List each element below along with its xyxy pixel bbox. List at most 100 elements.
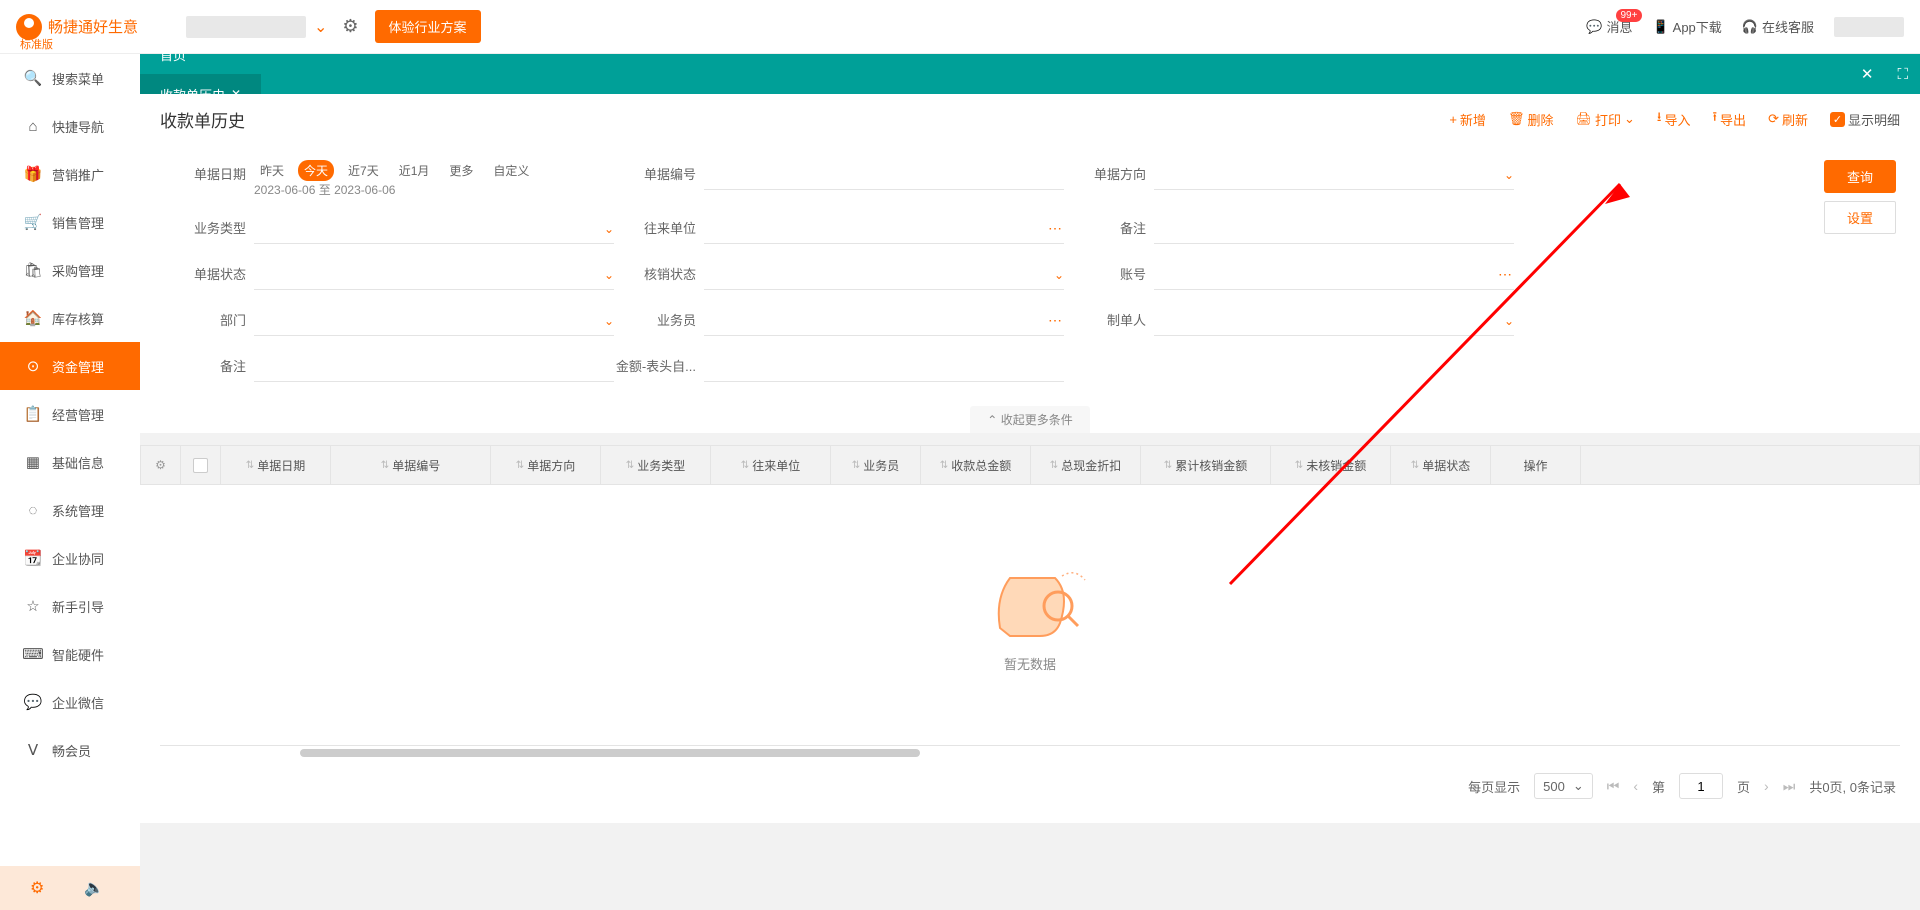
service-label: 在线客服 [1762,17,1814,36]
column-header[interactable]: 操作 [1491,446,1581,484]
column-header[interactable]: ⇅单据日期 [221,446,331,484]
refresh-button[interactable]: ⟳刷新 [1768,110,1808,129]
write-status-select[interactable]: ⌄ [704,260,1064,290]
show-detail-toggle[interactable]: ✓显示明细 [1830,110,1900,129]
amount-head-input[interactable] [704,352,1064,382]
column-header[interactable]: ⇅未核销金额 [1271,446,1391,484]
sidebar-item-5[interactable]: 🏠库存核算 [0,294,140,342]
column-header[interactable]: ⇅单据方向 [491,446,601,484]
app-download-button[interactable]: 📱 App下载 [1652,17,1721,36]
add-button[interactable]: +新增 [1449,110,1486,129]
partner-label: 往来单位 [614,214,704,237]
sidebar-item-13[interactable]: 💬企业微信 [0,678,140,726]
remark2-input[interactable] [254,352,614,382]
sidebar-item-2[interactable]: 🎁营销推广 [0,150,140,198]
sidebar-item-9[interactable]: ◌系统管理 [0,486,140,534]
sidebar-sound-icon[interactable]: 🔈 [84,878,104,898]
import-button[interactable]: ⭳导入 [1657,108,1691,130]
column-header[interactable]: ⇅单据编号 [331,446,491,484]
column-label: 业务类型 [637,457,685,474]
direction-select[interactable]: ⌄ [1154,160,1514,190]
date-filter[interactable]: 昨天今天近7天近1月更多自定义 2023-06-06 至 2023-06-06 [254,160,535,198]
sidebar-item-4[interactable]: 🛍采购管理 [0,246,140,294]
sidebar-item-1[interactable]: ⌂快捷导航 [0,102,140,150]
column-header[interactable]: ⇅往来单位 [711,446,831,484]
column-header[interactable]: ⇅业务类型 [601,446,711,484]
phone-icon: 📱 [1652,19,1668,35]
page-title: 收款单历史 [160,107,245,132]
tab-0[interactable]: 首页 [140,34,261,74]
salesman-input[interactable]: ⋯ [704,306,1064,336]
column-header[interactable]: ⇅单据状态 [1391,446,1491,484]
table-header: ⚙ ⇅单据日期⇅单据编号⇅单据方向⇅业务类型⇅往来单位⇅业务员⇅收款总金额⇅总现… [140,445,1920,485]
remark-label: 备注 [1064,214,1154,237]
sidebar-item-6[interactable]: ⊙资金管理 [0,342,140,390]
print-button[interactable]: 🖨打印⌄ [1575,110,1634,129]
sidebar-item-12[interactable]: ⌨智能硬件 [0,630,140,678]
remark2-label: 备注 [164,352,254,375]
account-input[interactable]: ⋯ [1154,260,1514,290]
page-size-select[interactable]: 500 ⌄ [1534,773,1593,799]
expand-icon[interactable]: ⛶ [1885,66,1920,83]
sort-icon: ⇅ [940,460,948,471]
sidebar-item-label: 智能硬件 [52,645,104,664]
sidebar-item-11[interactable]: ☆新手引导 [0,582,140,630]
user-redacted[interactable] [1834,17,1904,37]
amount-head-label: 金额-表头自... [614,352,704,375]
customer-service-button[interactable]: 🎧 在线客服 [1742,17,1814,36]
sidebar-icon: ⌂ [24,118,42,135]
next-page-button[interactable]: › [1764,778,1769,794]
column-label: 往来单位 [752,457,800,474]
export-button[interactable]: ⭱导出 [1712,108,1746,130]
last-page-button[interactable]: ⏭ [1783,778,1796,795]
sort-icon: ⇅ [741,460,749,471]
sidebar-item-10[interactable]: 📆企业协同 [0,534,140,582]
dept-select[interactable]: ⌄ [254,306,614,336]
sidebar-icon: 🎁 [24,165,42,183]
sidebar-gear-icon[interactable]: ⚙ [30,878,44,898]
close-tab-icon[interactable]: ✕ [1849,65,1886,83]
first-page-button[interactable]: ⏮ [1607,778,1620,795]
column-header[interactable]: ⇅收款总金额 [921,446,1031,484]
sidebar-item-7[interactable]: 📋经营管理 [0,390,140,438]
column-header[interactable]: ⇅累计核销金额 [1141,446,1271,484]
biz-type-select[interactable]: ⌄ [254,214,614,244]
settings-gear-icon[interactable]: ⚙ [342,16,358,37]
horizontal-scrollbar[interactable] [160,745,1900,759]
checkbox-on-icon: ✓ [1830,112,1845,127]
sidebar-icon: ☆ [24,597,42,615]
prev-page-button[interactable]: ‹ [1633,778,1638,794]
settings-button[interactable]: 设置 [1824,201,1896,234]
date-opt-2[interactable]: 近7天 [342,160,385,181]
scrollbar-thumb[interactable] [300,749,920,757]
sidebar-item-0[interactable]: 🔍搜索菜单 [0,54,140,102]
sidebar-item-label: 基础信息 [52,453,104,472]
query-button[interactable]: 查询 [1824,160,1896,193]
column-label: 单据状态 [1422,457,1470,474]
select-all-checkbox[interactable] [181,446,221,484]
filter-row: 业务类型 ⌄ 往来单位 ⋯ 备注 [164,214,1896,244]
sidebar-item-3[interactable]: 🛒销售管理 [0,198,140,246]
column-header[interactable]: ⇅总现金折扣 [1031,446,1141,484]
date-opt-1[interactable]: 今天 [298,160,334,181]
collapse-filters-button[interactable]: ⌃ 收起更多条件 [970,406,1090,433]
partner-input[interactable]: ⋯ [704,214,1064,244]
sidebar-item-8[interactable]: ▦基础信息 [0,438,140,486]
sidebar-item-label: 销售管理 [52,213,104,232]
date-opt-4[interactable]: 更多 [443,160,479,181]
sidebar-item-14[interactable]: Ⅴ畅会员 [0,726,140,774]
remark-input[interactable] [1154,214,1514,244]
page-input[interactable] [1679,773,1723,799]
date-opt-3[interactable]: 近1月 [393,160,436,181]
date-opt-5[interactable]: 自定义 [487,160,535,181]
creator-select[interactable]: ⌄ [1154,306,1514,336]
delete-button[interactable]: 🗑删除 [1508,110,1554,129]
experience-button[interactable]: 体验行业方案 [375,10,481,43]
doc-no-input[interactable] [704,160,1064,190]
column-header[interactable]: ⇅业务员 [831,446,921,484]
column-label: 收款总金额 [951,457,1011,474]
table-config-icon[interactable]: ⚙ [141,446,181,484]
message-button[interactable]: 💬 消息 99+ [1586,17,1632,36]
date-opt-0[interactable]: 昨天 [254,160,290,181]
doc-status-select[interactable]: ⌄ [254,260,614,290]
